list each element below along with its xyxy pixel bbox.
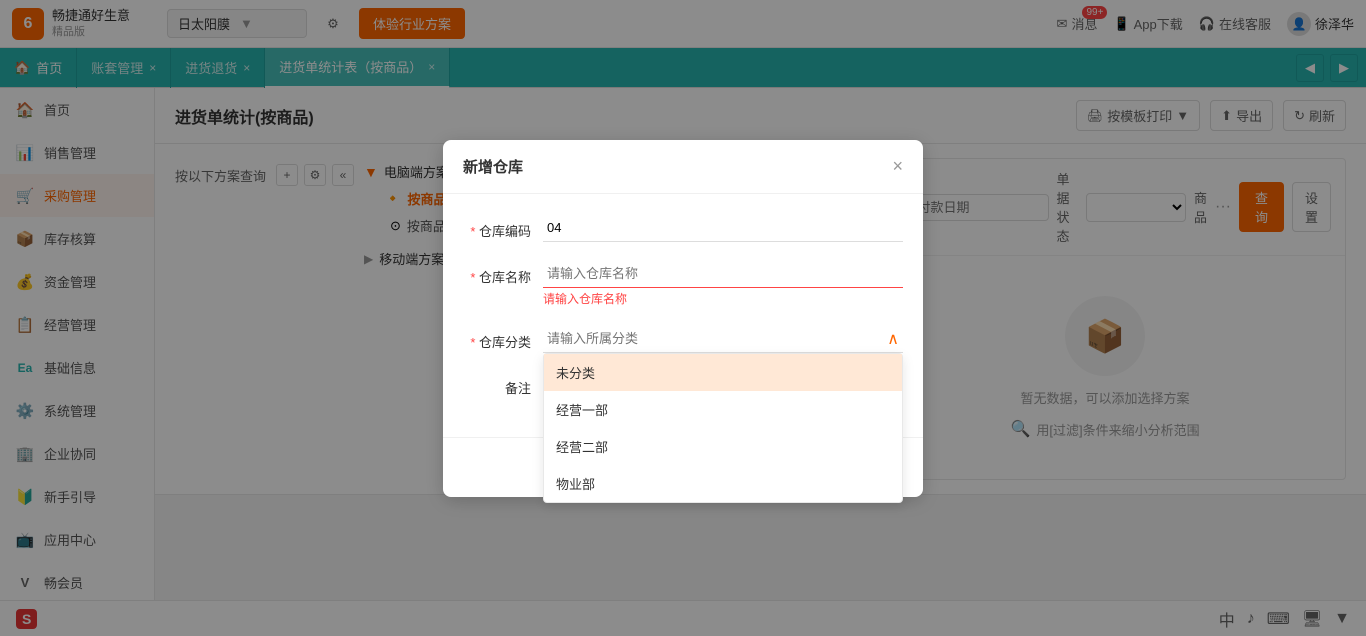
category-label: 仓库分类 — [463, 325, 543, 351]
dialog-header: 新增仓库 × — [443, 140, 923, 194]
form-row-code: 仓库编码 — [463, 214, 903, 242]
category-arrow-icon[interactable]: ∧ — [887, 329, 899, 349]
category-input[interactable] — [543, 325, 903, 353]
name-error-message: 请输入仓库名称 — [543, 290, 903, 307]
code-label: 仓库编码 — [463, 214, 543, 240]
dialog-close-button[interactable]: × — [892, 157, 903, 175]
code-control — [543, 214, 903, 242]
modal-overlay: 新增仓库 × 仓库编码 仓库名称 请输入仓库名称 仓库分类 — [0, 0, 1366, 636]
name-input[interactable] — [543, 260, 903, 288]
code-input[interactable] — [543, 214, 903, 242]
dropdown-item-dept2[interactable]: 经营二部 — [544, 428, 902, 465]
category-dropdown: 未分类 经营一部 经营二部 物业部 — [543, 353, 903, 503]
category-control: ∧ 未分类 经营一部 经营二部 物业部 — [543, 325, 903, 353]
form-row-name: 仓库名称 请输入仓库名称 — [463, 260, 903, 307]
dialog-body: 仓库编码 仓库名称 请输入仓库名称 仓库分类 ∧ — [443, 194, 923, 437]
new-warehouse-dialog: 新增仓库 × 仓库编码 仓库名称 请输入仓库名称 仓库分类 — [443, 140, 923, 497]
note-label: 备注 — [463, 371, 543, 397]
form-row-category: 仓库分类 ∧ 未分类 经营一部 经营二部 物业部 — [463, 325, 903, 353]
name-control: 请输入仓库名称 — [543, 260, 903, 307]
dropdown-item-property[interactable]: 物业部 — [544, 465, 902, 502]
dropdown-item-none[interactable]: 未分类 — [544, 354, 902, 391]
dropdown-item-dept1[interactable]: 经营一部 — [544, 391, 902, 428]
dialog-title: 新增仓库 — [463, 156, 523, 177]
name-label: 仓库名称 — [463, 260, 543, 286]
